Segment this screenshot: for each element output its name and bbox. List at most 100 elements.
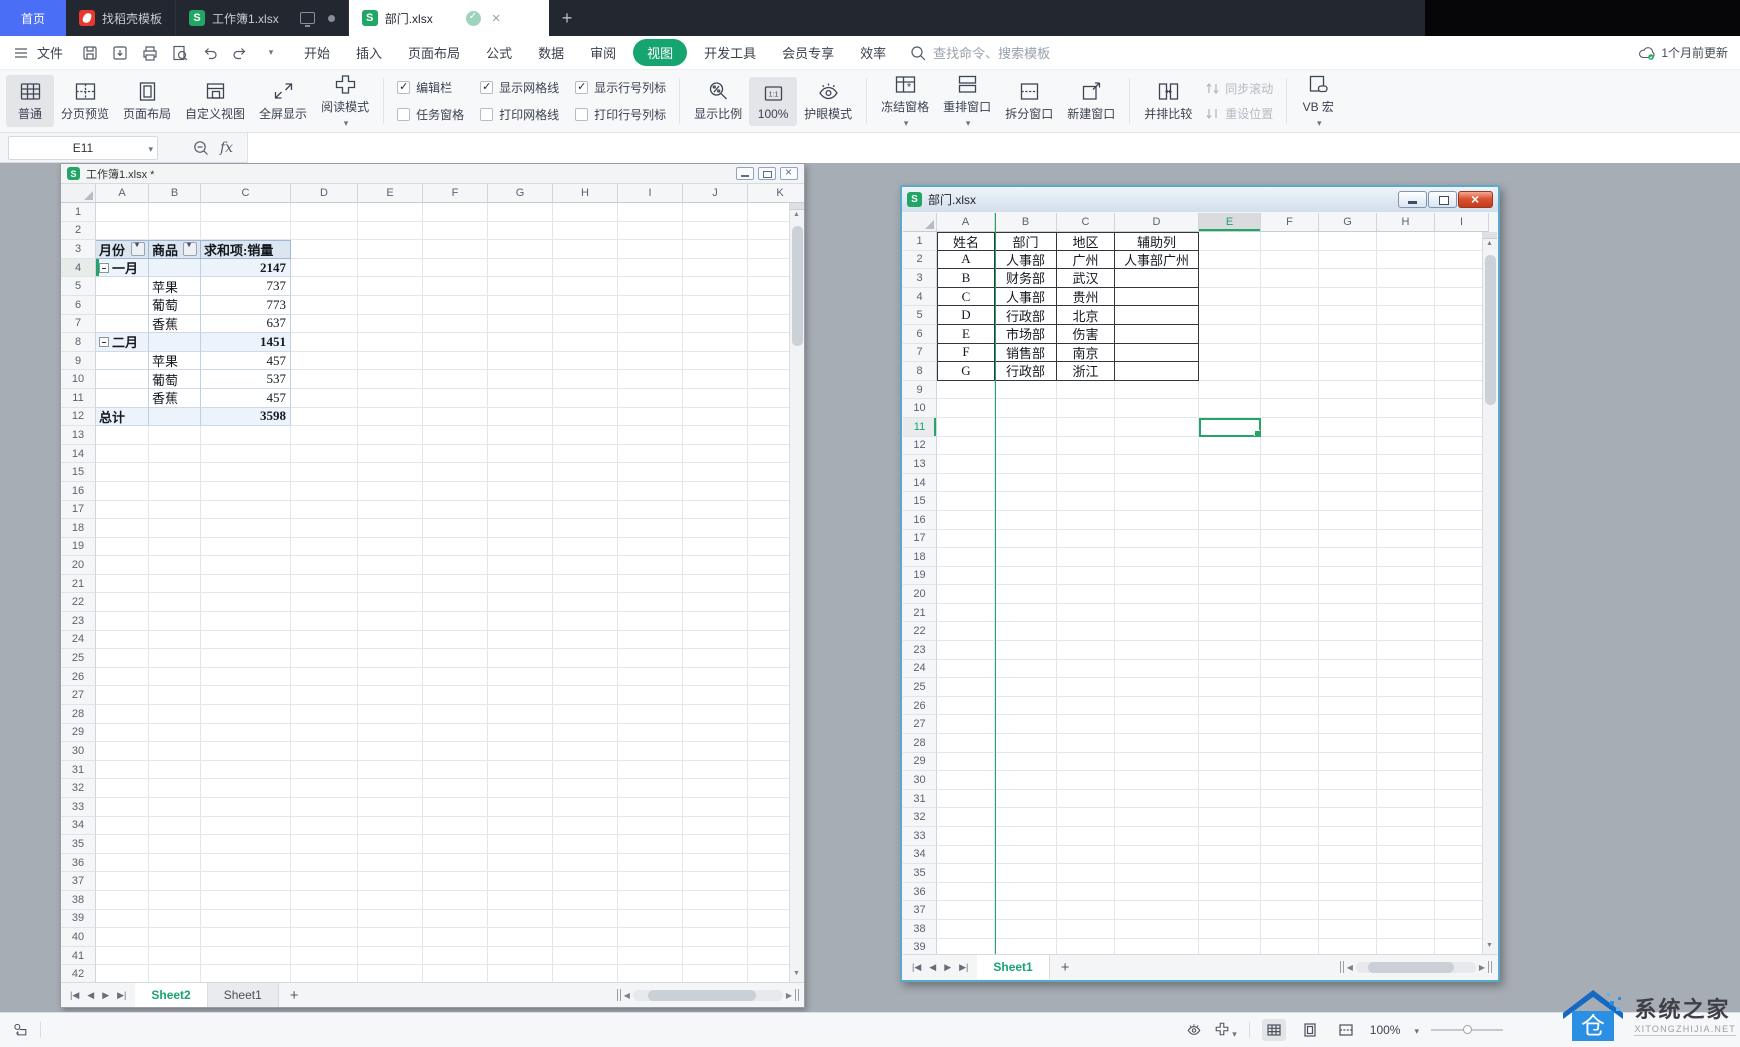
cell-C30[interactable] xyxy=(201,742,291,761)
eye-protection-icon[interactable] xyxy=(1186,1022,1202,1038)
cell-I10[interactable] xyxy=(1435,399,1489,418)
cell-B19[interactable] xyxy=(995,566,1057,586)
row-header-3[interactable]: 3 xyxy=(903,269,937,288)
cell-J39[interactable] xyxy=(683,909,748,929)
cell-F15[interactable] xyxy=(423,463,488,482)
cell-A3[interactable]: 月份 xyxy=(96,240,149,259)
cell-J23[interactable] xyxy=(683,612,748,631)
column-header-F[interactable]: F xyxy=(1261,213,1319,232)
cell-G10[interactable] xyxy=(488,370,553,389)
cell-C26[interactable] xyxy=(201,667,291,687)
cell-F25[interactable] xyxy=(1261,678,1319,697)
cell-I32[interactable] xyxy=(618,779,683,798)
cell-H9[interactable] xyxy=(553,351,618,371)
cell-B22[interactable] xyxy=(995,622,1057,642)
cell-H36[interactable] xyxy=(1377,882,1435,902)
row-header-15[interactable]: 15 xyxy=(61,463,96,482)
last-sheet-icon[interactable]: ▶| xyxy=(956,962,971,973)
cell-B22[interactable] xyxy=(149,593,201,613)
row-header-7[interactable]: 7 xyxy=(903,343,937,363)
cell-H1[interactable] xyxy=(1377,232,1435,251)
cell-I22[interactable] xyxy=(618,593,683,613)
cell-G38[interactable] xyxy=(488,890,553,910)
cell-A28[interactable] xyxy=(96,705,149,724)
cell-A4[interactable]: C xyxy=(937,287,995,307)
cell-C18[interactable] xyxy=(1057,548,1115,567)
cell-G41[interactable] xyxy=(488,946,553,966)
scrollbar-thumb[interactable] xyxy=(1367,961,1455,973)
cell-H21[interactable] xyxy=(553,574,618,594)
cell-D2[interactable] xyxy=(291,221,358,241)
cell-G24[interactable] xyxy=(488,630,553,650)
reading-mode-toggle[interactable] xyxy=(1214,1021,1237,1040)
cell-E6[interactable] xyxy=(1199,324,1261,344)
cell-B1[interactable] xyxy=(149,203,201,222)
custom-views-button[interactable]: 自定义视图 xyxy=(178,75,252,127)
cell-F21[interactable] xyxy=(1261,603,1319,623)
column-header-F[interactable]: F xyxy=(423,184,488,203)
cell-E12[interactable] xyxy=(1199,436,1261,456)
cell-C9[interactable] xyxy=(1057,380,1115,400)
cell-E18[interactable] xyxy=(358,519,423,538)
row-header-26[interactable]: 26 xyxy=(903,696,937,716)
sheet-tab-sheet2[interactable]: Sheet2 xyxy=(135,983,208,1007)
prev-sheet-icon[interactable]: ◀ xyxy=(84,990,97,1001)
cell-F28[interactable] xyxy=(1261,734,1319,753)
cell-I32[interactable] xyxy=(1435,808,1489,827)
vb-macro-button[interactable]: VB 宏 xyxy=(1294,68,1342,134)
cell-E26[interactable] xyxy=(358,667,423,687)
cell-B9[interactable]: 苹果 xyxy=(149,351,201,371)
cell-I23[interactable] xyxy=(618,612,683,631)
cell-I24[interactable] xyxy=(618,630,683,650)
cell-C8[interactable]: 浙江 xyxy=(1057,362,1115,381)
cell-C2[interactable] xyxy=(201,221,291,241)
cell-I33[interactable] xyxy=(1435,827,1489,846)
cell-H8[interactable] xyxy=(553,333,618,352)
cell-E29[interactable] xyxy=(358,723,423,743)
cell-E9[interactable] xyxy=(358,351,423,371)
cell-H4[interactable] xyxy=(1377,287,1435,307)
cell-A9[interactable] xyxy=(937,380,995,400)
cell-F18[interactable] xyxy=(423,519,488,538)
cell-E35[interactable] xyxy=(358,835,423,854)
department-window[interactable]: S 部门.xlsx ABCDEFGHI1姓名部门地区辅助列2A人事部广州人事部广… xyxy=(900,185,1500,982)
cell-I15[interactable] xyxy=(618,463,683,482)
scroll-left-icon[interactable]: ◀ xyxy=(624,991,630,1000)
cell-A25[interactable] xyxy=(937,678,995,697)
cell-D28[interactable] xyxy=(291,705,358,724)
sheet-tab-sheet1[interactable]: Sheet1 xyxy=(207,983,279,1007)
cell-B6[interactable]: 葡萄 xyxy=(149,295,201,315)
cell-B17[interactable] xyxy=(149,500,201,520)
cell-J20[interactable] xyxy=(683,556,748,575)
cell-F40[interactable] xyxy=(423,928,488,947)
cell-H32[interactable] xyxy=(553,779,618,798)
cell-A36[interactable] xyxy=(96,853,149,873)
cell-H33[interactable] xyxy=(553,798,618,817)
cell-I35[interactable] xyxy=(618,835,683,854)
cell-G30[interactable] xyxy=(1319,771,1377,790)
cell-E19[interactable] xyxy=(1199,566,1261,586)
cell-I12[interactable] xyxy=(618,407,683,427)
filter-dropdown-icon[interactable] xyxy=(131,241,145,257)
department-vertical-scrollbar[interactable] xyxy=(1482,232,1497,954)
cell-E4[interactable] xyxy=(1199,287,1261,307)
name-box[interactable]: E11 xyxy=(8,135,158,160)
cell-F15[interactable] xyxy=(1261,492,1319,511)
cell-C3[interactable]: 武汉 xyxy=(1057,269,1115,288)
select-all-corner[interactable] xyxy=(61,184,96,203)
cell-C34[interactable] xyxy=(201,816,291,836)
cell-A14[interactable] xyxy=(96,444,149,464)
cell-D20[interactable] xyxy=(1115,585,1199,604)
cell-I24[interactable] xyxy=(1435,659,1489,679)
scrollbar-thumb[interactable] xyxy=(791,226,803,346)
cell-F14[interactable] xyxy=(1261,473,1319,493)
cell-G35[interactable] xyxy=(1319,864,1377,883)
row-header-2[interactable]: 2 xyxy=(903,250,937,270)
cell-C20[interactable] xyxy=(201,556,291,575)
cell-J11[interactable] xyxy=(683,388,748,408)
cell-D19[interactable] xyxy=(291,537,358,557)
cell-F10[interactable] xyxy=(1261,399,1319,418)
cell-H24[interactable] xyxy=(553,630,618,650)
cell-E19[interactable] xyxy=(358,537,423,557)
tab-home[interactable]: 首页 xyxy=(0,0,66,36)
